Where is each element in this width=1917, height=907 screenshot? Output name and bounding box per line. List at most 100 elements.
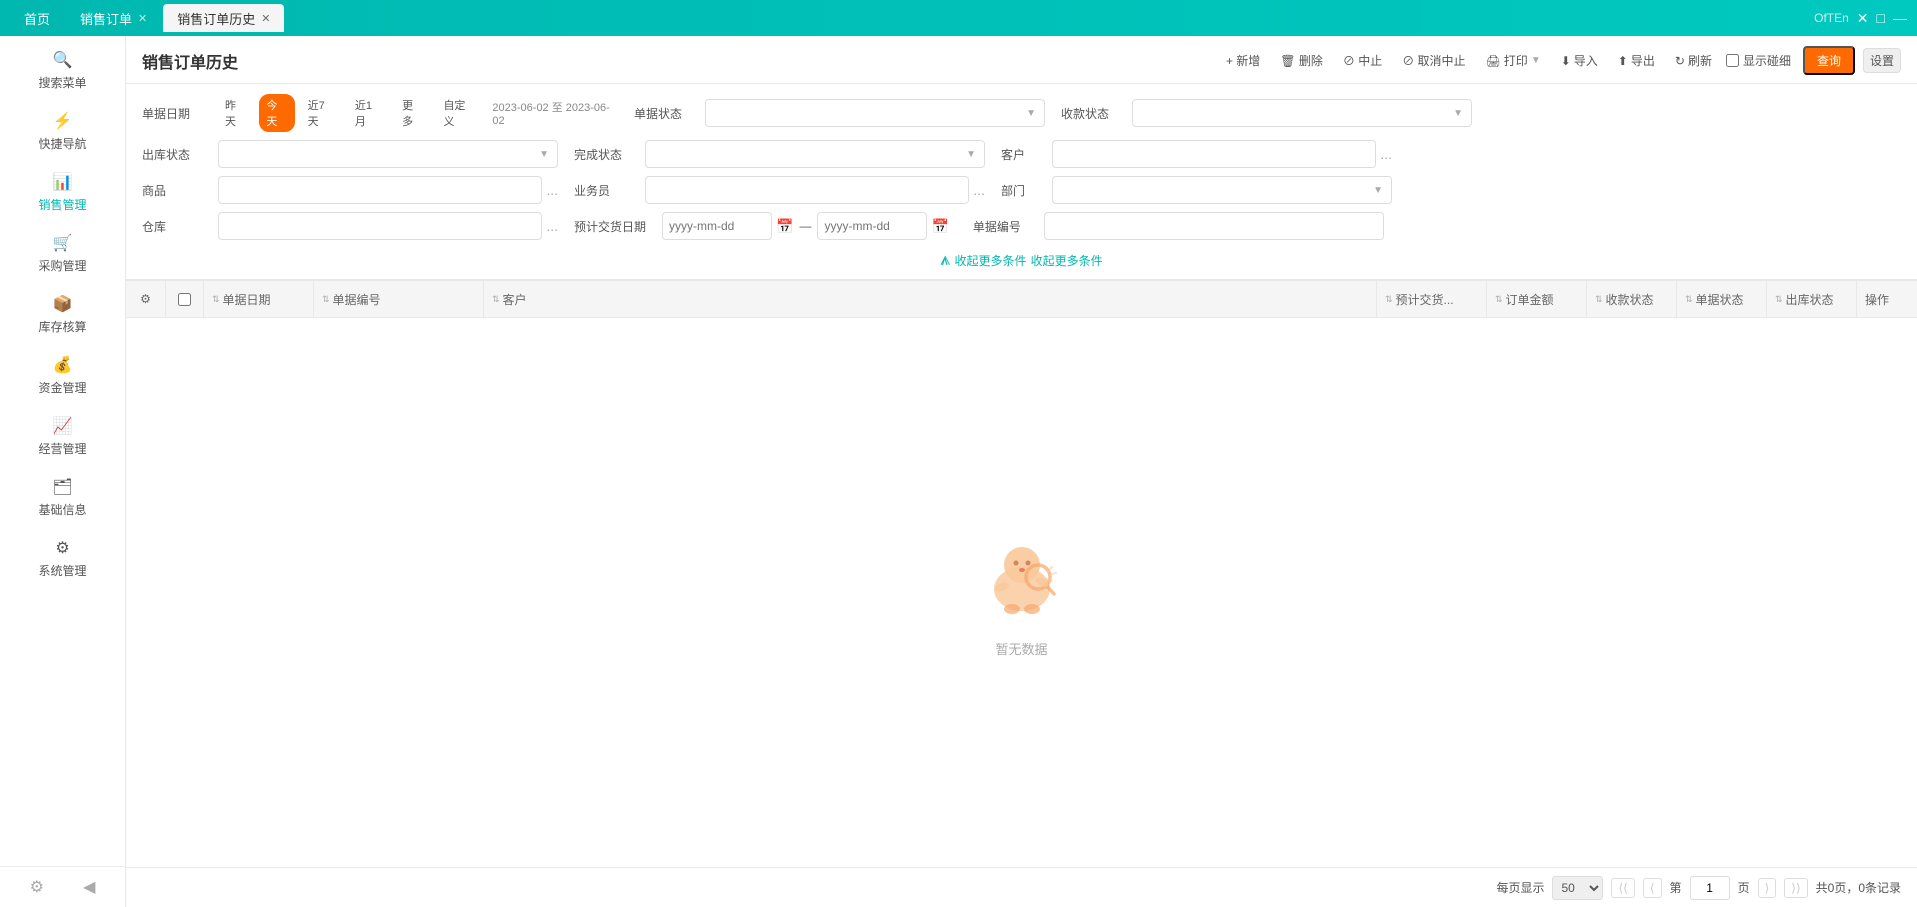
quick-nav-icon: ⚡ <box>53 111 73 131</box>
sidebar-collapse-btn[interactable]: ◀ <box>83 877 95 897</box>
th-amount[interactable]: ⇅ 订单金额 <box>1487 281 1587 317</box>
tab-home[interactable]: 首页 <box>10 4 64 32</box>
print-btn[interactable]: 🖨 查询 打印 ▼ <box>1480 49 1547 72</box>
date-btn-1month[interactable]: 近1月 <box>348 94 389 132</box>
goods-ellipsis[interactable]: ... <box>546 182 558 198</box>
sys-mgmt-icon: ⚙ <box>53 538 73 558</box>
warehouse-label: 仓库 <box>142 218 202 235</box>
complete-status-select[interactable]: ▼ <box>645 140 985 168</box>
salesperson-ellipsis[interactable]: ... <box>973 182 985 198</box>
customer-ellipsis[interactable]: ... <box>1380 146 1392 162</box>
th-customer[interactable]: ⇅ 客户 <box>484 281 1377 317</box>
th-doc-no[interactable]: ⇅ 单据编号 <box>314 281 484 317</box>
collapse-more-btn[interactable]: ∧ ∧ 收起更多条件 收起更多条件 <box>142 248 1901 269</box>
prev-page-btn[interactable]: ⟨ <box>1643 878 1662 898</box>
doc-status-select[interactable]: ▼ <box>705 99 1045 127</box>
display-cols-checkbox[interactable] <box>1726 54 1739 67</box>
stop-btn[interactable]: ⊘ 中止 <box>1337 49 1388 72</box>
salesperson-input[interactable] <box>645 176 969 204</box>
out-status-select[interactable]: ▼ <box>218 140 558 168</box>
search-menu-icon: 🔍 <box>53 50 73 70</box>
date-btn-today[interactable]: 今天 <box>259 94 294 132</box>
page-header: 销售订单历史 + 新增 🗑 删除 ⊘ 中止 ⊘ 取消中止 🖨 查询 打印 ▼ ⬇… <box>126 36 1917 84</box>
content-area: 销售订单历史 + 新增 🗑 删除 ⊘ 中止 ⊘ 取消中止 🖨 查询 打印 ▼ ⬇… <box>126 36 1917 907</box>
export-btn[interactable]: ⬆ 导出 <box>1612 49 1661 72</box>
doc-no-input[interactable] <box>1044 212 1384 240</box>
department-arrow: ▼ <box>1373 185 1383 196</box>
date-btn-7days[interactable]: 近7天 <box>301 94 342 132</box>
empty-text: 暂无数据 <box>995 639 1047 658</box>
date-btn-more[interactable]: 更多 <box>395 94 430 132</box>
delete-btn[interactable]: 🗑 删除 <box>1274 49 1329 72</box>
sidebar-item-purchase-mgmt[interactable]: 🛒 采购管理 <box>0 223 125 284</box>
tab-sales-order-close[interactable]: ✕ <box>138 12 147 25</box>
tab-sales-order[interactable]: 销售订单 ✕ <box>66 4 161 32</box>
sidebar-item-master-data[interactable]: 🗂 基础信息 <box>0 467 125 528</box>
th-checkbox[interactable] <box>166 281 204 317</box>
th-doc-date[interactable]: ⇅ 单据日期 <box>204 281 314 317</box>
delivery-date-to[interactable] <box>817 212 927 240</box>
goods-input[interactable] <box>218 176 542 204</box>
out-status-label: 出库状态 <box>142 146 202 163</box>
delivery-date-from[interactable] <box>662 212 772 240</box>
filter-row-2: 出库状态 ▼ 完成状态 ▼ 客户 ... <box>142 140 1901 168</box>
select-all-checkbox[interactable] <box>178 293 191 306</box>
sidebar-item-inventory[interactable]: 📦 库存核算 <box>0 284 125 345</box>
sidebar-item-finance[interactable]: 💰 资金管理 <box>0 345 125 406</box>
table-header: ⚙ ⇅ 单据日期 ⇅ 单据编号 ⇅ 客户 ⇅ <box>126 280 1917 318</box>
sidebar-item-quick-nav[interactable]: ⚡ 快捷导航 <box>0 101 125 162</box>
date-dash: — <box>797 219 813 233</box>
th-receipt[interactable]: ⇅ 收款状态 <box>1587 281 1677 317</box>
empty-illustration <box>972 527 1072 627</box>
sort-icon-doc-no: ⇅ <box>322 294 330 305</box>
sidebar-item-operations[interactable]: 📈 经营管理 <box>0 406 125 467</box>
sort-icon-amount: ⇅ <box>1495 294 1503 305</box>
th-action: 操作 <box>1857 281 1917 317</box>
import-btn[interactable]: ⬇ 导入 <box>1555 49 1604 72</box>
display-cols-check[interactable]: 显示碰细 <box>1726 52 1791 69</box>
topbar-close-icon[interactable]: ✕ <box>1857 10 1869 27</box>
th-delivery[interactable]: ⇅ 预计交货... <box>1377 281 1487 317</box>
new-btn[interactable]: + 新增 <box>1220 49 1266 72</box>
cancel-stop-btn[interactable]: ⊘ 取消中止 <box>1396 49 1471 72</box>
sales-mgmt-icon: 📊 <box>53 172 73 192</box>
master-data-icon: 🗂 <box>53 477 73 497</box>
topbar-expand-icon[interactable]: □ <box>1877 10 1885 26</box>
th-docstatus[interactable]: ⇅ 单据状态 <box>1677 281 1767 317</box>
th-gear[interactable]: ⚙ <box>126 281 166 317</box>
sidebar-item-sales-mgmt[interactable]: 📊 销售管理 <box>0 162 125 223</box>
tab-sales-order-history-close[interactable]: ✕ <box>261 12 270 25</box>
settings-filter-btn[interactable]: 设置 <box>1863 48 1901 73</box>
first-page-btn[interactable]: ⟨⟨ <box>1611 878 1634 898</box>
filter-row-3: 商品 ... 业务员 ... 部门 ▼ <box>142 176 1901 204</box>
sort-icon-docstatus: ⇅ <box>1685 294 1693 305</box>
table-footer: 每页显示 50 10 20 100 ⟨⟨ ⟨ 第 页 ⟩ ⟩⟩ 共0页，0条记录 <box>126 867 1917 907</box>
sidebar-item-search-menu[interactable]: 🔍 搜索菜单 <box>0 40 125 101</box>
department-select[interactable]: ▼ <box>1052 176 1392 204</box>
receipt-status-select[interactable]: ▼ <box>1132 99 1472 127</box>
gear-icon: ⚙ <box>140 292 151 306</box>
sidebar-item-sys-mgmt[interactable]: ⚙ 系统管理 <box>0 528 125 589</box>
next-page-btn[interactable]: ⟩ <box>1758 878 1777 898</box>
query-btn[interactable]: 查询 <box>1803 46 1855 75</box>
customer-input[interactable] <box>1052 140 1376 168</box>
page-number-input[interactable] <box>1690 876 1730 900</box>
per-page-select[interactable]: 50 10 20 100 <box>1552 876 1603 900</box>
top-bar-right: OfTEn ✕ □ — <box>1814 10 1907 27</box>
th-outstatus[interactable]: ⇅ 出库状态 <box>1767 281 1857 317</box>
tab-bar: 首页 销售订单 ✕ 销售订单历史 ✕ <box>10 4 1814 32</box>
delivery-date-label: 预计交货日期 <box>574 218 646 235</box>
calendar-to-icon[interactable]: 📅 <box>931 218 948 235</box>
date-btn-custom[interactable]: 自定义 <box>436 94 482 132</box>
sidebar: 🔍 搜索菜单 ⚡ 快捷导航 📊 销售管理 🛒 采购管理 📦 库存核算 💰 资金管… <box>0 36 126 907</box>
topbar-minimize-icon[interactable]: — <box>1893 10 1907 26</box>
refresh-btn[interactable]: ↻ 刷新 <box>1669 49 1718 72</box>
last-page-btn[interactable]: ⟩⟩ <box>1784 878 1807 898</box>
sort-icon-delivery: ⇅ <box>1385 294 1393 305</box>
sidebar-settings-btn[interactable]: ⚙ <box>30 877 44 897</box>
warehouse-ellipsis[interactable]: ... <box>546 218 558 234</box>
warehouse-input[interactable] <box>218 212 542 240</box>
date-btn-yesterday[interactable]: 昨天 <box>218 94 253 132</box>
calendar-from-icon[interactable]: 📅 <box>776 218 793 235</box>
tab-sales-order-history[interactable]: 销售订单历史 ✕ <box>163 4 284 32</box>
